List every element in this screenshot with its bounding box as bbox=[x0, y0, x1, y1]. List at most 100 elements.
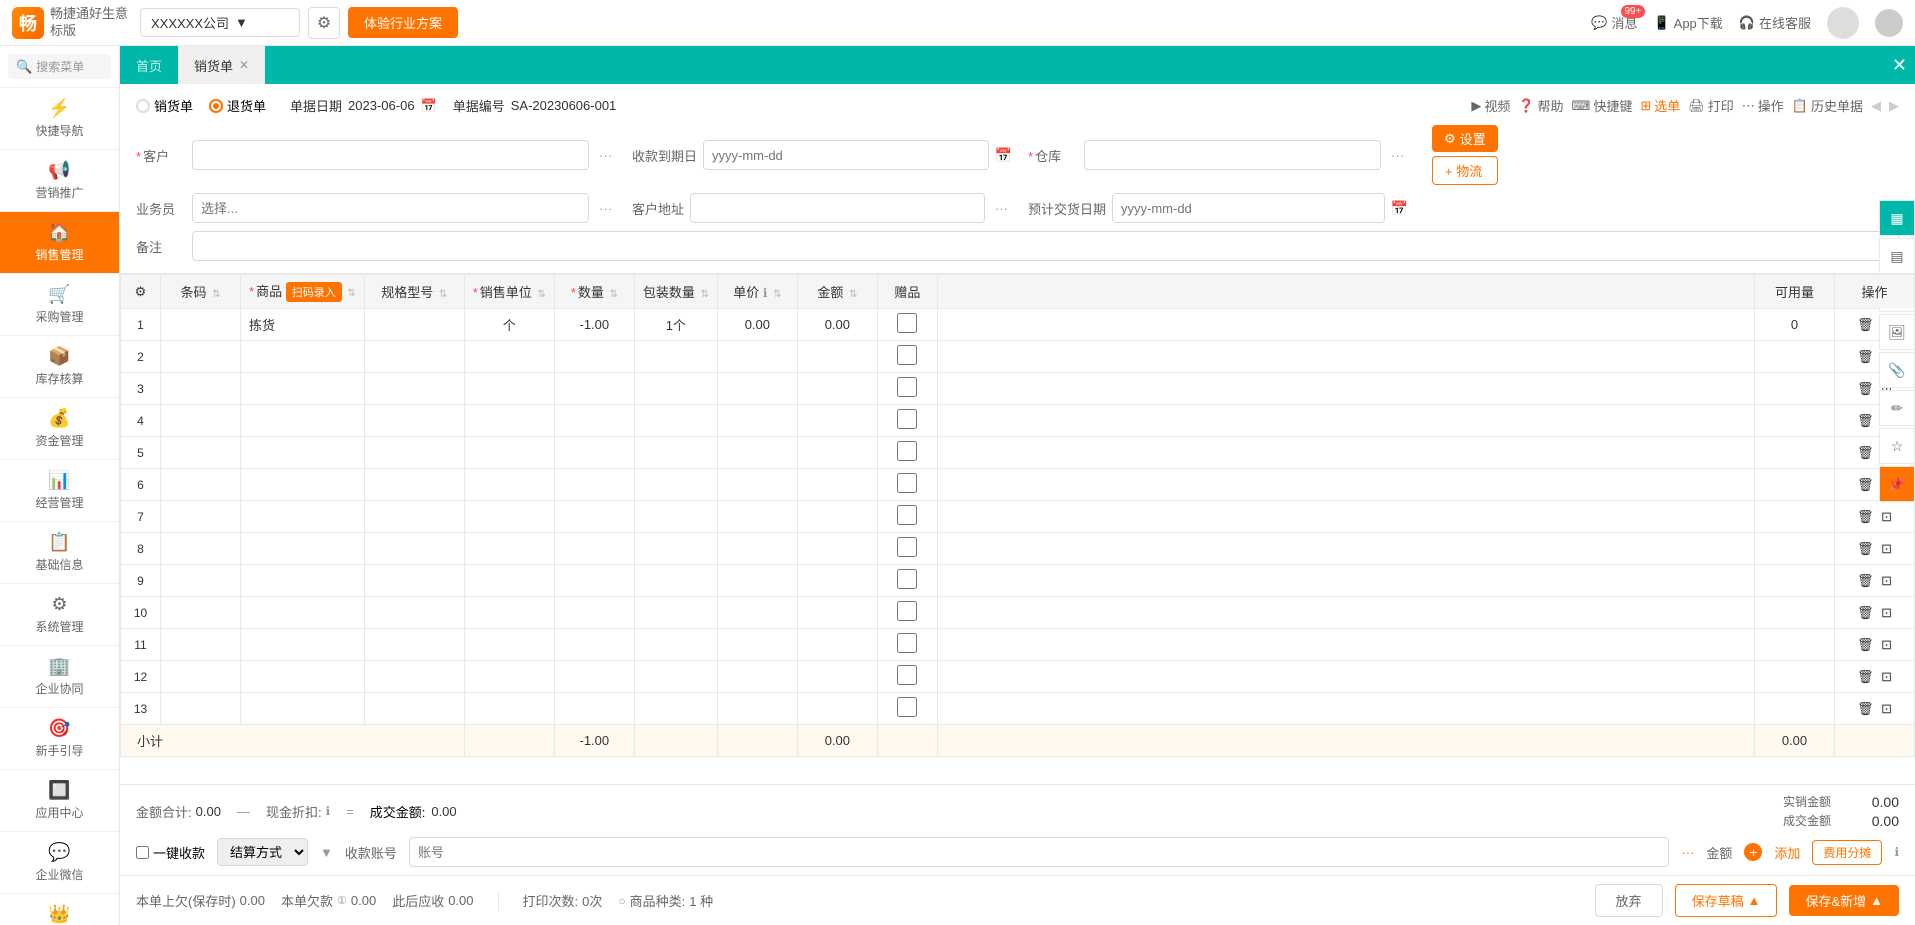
cell-unit-price[interactable] bbox=[717, 501, 797, 533]
cell-barcode[interactable] bbox=[161, 437, 241, 469]
user-avatar-2[interactable] bbox=[1875, 9, 1903, 37]
float-star-btn[interactable]: ☆ bbox=[1879, 428, 1915, 464]
cell-notes[interactable] bbox=[937, 629, 1754, 661]
delete-icon[interactable]: 🗑 bbox=[1857, 413, 1874, 428]
sidebar-item-guide[interactable]: 🎯 新手引导 bbox=[0, 708, 119, 770]
copy-icon[interactable]: ⊡ bbox=[1881, 573, 1892, 588]
cell-gift[interactable] bbox=[877, 341, 937, 373]
cell-spec[interactable] bbox=[364, 501, 464, 533]
cell-product[interactable] bbox=[241, 469, 365, 501]
delete-icon[interactable]: 🗑 bbox=[1857, 541, 1874, 556]
expected-delivery-input[interactable] bbox=[1112, 193, 1385, 223]
float-action-btn[interactable]: 📌 bbox=[1879, 466, 1915, 502]
cell-gift[interactable] bbox=[877, 309, 937, 341]
cell-unit-price[interactable] bbox=[717, 405, 797, 437]
delete-icon[interactable]: 🗑 bbox=[1857, 317, 1874, 332]
cell-gift[interactable] bbox=[877, 661, 937, 693]
cell-unit-price[interactable]: 0.00 bbox=[717, 309, 797, 341]
float-attachment-btn[interactable]: 📎 bbox=[1879, 352, 1915, 388]
app-download-link[interactable]: 📱 App下载 bbox=[1653, 13, 1722, 32]
warehouse-input[interactable]: 建材仓 bbox=[1084, 140, 1381, 170]
cell-spec[interactable] bbox=[364, 693, 464, 725]
cell-notes[interactable] bbox=[937, 501, 1754, 533]
delete-icon[interactable]: 🗑 bbox=[1857, 349, 1874, 364]
product-type-circle[interactable]: ○ bbox=[618, 894, 625, 908]
cell-spec[interactable] bbox=[364, 405, 464, 437]
cell-barcode[interactable] bbox=[161, 373, 241, 405]
cell-ops[interactable]: 🗑 ⊡ bbox=[1835, 533, 1915, 565]
cell-product[interactable] bbox=[241, 629, 365, 661]
cell-gift[interactable] bbox=[877, 501, 937, 533]
cell-product[interactable] bbox=[241, 437, 365, 469]
save-new-button[interactable]: 保存&新增 ▲ bbox=[1789, 885, 1899, 916]
help-link[interactable]: ❓ 帮助 bbox=[1518, 96, 1563, 115]
cell-barcode[interactable] bbox=[161, 693, 241, 725]
tab-home[interactable]: 首页 bbox=[120, 46, 178, 84]
cell-spec[interactable] bbox=[364, 661, 464, 693]
settings-btn[interactable]: ⚙ 设置 bbox=[1432, 125, 1498, 152]
quick-pay-checkbox[interactable] bbox=[136, 846, 149, 859]
float-edit-btn[interactable]: ✏ bbox=[1879, 390, 1915, 426]
tab-close-icon[interactable]: ✕ bbox=[239, 58, 249, 72]
cell-product[interactable] bbox=[241, 661, 365, 693]
cell-product[interactable] bbox=[241, 533, 365, 565]
cell-qty[interactable] bbox=[554, 373, 634, 405]
delete-icon[interactable]: 🗑 bbox=[1857, 573, 1874, 588]
cell-ops[interactable]: 🗑 ⊡ bbox=[1835, 597, 1915, 629]
cell-product[interactable] bbox=[241, 597, 365, 629]
tab-sales-order[interactable]: 销货单 ✕ bbox=[178, 46, 265, 84]
customer-input[interactable] bbox=[192, 140, 589, 170]
float-layout2-btn[interactable]: ▤ bbox=[1879, 238, 1915, 274]
cell-spec[interactable] bbox=[364, 469, 464, 501]
history-link[interactable]: 📋 历史单据 bbox=[1792, 96, 1863, 115]
cell-unit-price[interactable] bbox=[717, 597, 797, 629]
copy-icon[interactable]: ⊡ bbox=[1881, 669, 1892, 684]
account-input[interactable] bbox=[409, 837, 1669, 867]
cell-gift[interactable] bbox=[877, 405, 937, 437]
sidebar-item-wechat[interactable]: 💬 企业微信 bbox=[0, 832, 119, 894]
radio-sales[interactable]: 销货单 bbox=[136, 96, 193, 115]
due-date-calendar-icon[interactable]: 📅 bbox=[995, 147, 1012, 164]
float-image-btn[interactable]: 🖼 bbox=[1879, 314, 1915, 350]
notes-input[interactable] bbox=[192, 231, 1899, 261]
sidebar-item-system[interactable]: ⚙ 系统管理 bbox=[0, 584, 119, 646]
sidebar-item-operations[interactable]: 📊 经营管理 bbox=[0, 460, 119, 522]
copy-icon[interactable]: ⊡ bbox=[1881, 701, 1892, 716]
cell-product[interactable] bbox=[241, 341, 365, 373]
sidebar-item-sales[interactable]: 🏠 销售管理 bbox=[0, 212, 119, 274]
cell-spec[interactable] bbox=[364, 565, 464, 597]
delete-icon[interactable]: 🗑 bbox=[1857, 637, 1874, 652]
cell-qty[interactable] bbox=[554, 661, 634, 693]
print-link[interactable]: 🖨 打印 bbox=[1688, 96, 1734, 115]
cell-gift[interactable] bbox=[877, 533, 937, 565]
quick-pay-check[interactable]: 一键收款 bbox=[136, 843, 205, 862]
cell-notes[interactable] bbox=[937, 533, 1754, 565]
sidebar-item-appstore[interactable]: 🔲 应用中心 bbox=[0, 770, 119, 832]
cell-barcode[interactable] bbox=[161, 565, 241, 597]
cell-notes[interactable] bbox=[937, 693, 1754, 725]
cell-gift[interactable] bbox=[877, 469, 937, 501]
cell-gift[interactable] bbox=[877, 629, 937, 661]
cell-qty[interactable] bbox=[554, 341, 634, 373]
cell-gift[interactable] bbox=[877, 565, 937, 597]
settings-button[interactable]: ⚙ bbox=[308, 7, 340, 39]
cell-notes[interactable] bbox=[937, 565, 1754, 597]
sidebar-item-member[interactable]: 👑 畅会员 bbox=[0, 894, 119, 925]
cell-unit-price[interactable] bbox=[717, 469, 797, 501]
cell-ops[interactable]: 🗑 ⊡ bbox=[1835, 629, 1915, 661]
cell-ops[interactable]: 🗑 ⊡ bbox=[1835, 565, 1915, 597]
cell-unit-price[interactable] bbox=[717, 437, 797, 469]
cell-barcode[interactable] bbox=[161, 469, 241, 501]
shortcut-link[interactable]: ⌨ 快捷键 bbox=[1572, 96, 1633, 115]
tab-close-all[interactable]: ✕ bbox=[1892, 55, 1915, 76]
ops-link[interactable]: ⋯ 操作 bbox=[1742, 96, 1784, 115]
copy-icon[interactable]: ⊡ bbox=[1881, 541, 1892, 556]
cell-qty[interactable] bbox=[554, 501, 634, 533]
cell-notes[interactable] bbox=[937, 373, 1754, 405]
sidebar-item-finance[interactable]: 💰 资金管理 bbox=[0, 398, 119, 460]
cell-unit-price[interactable] bbox=[717, 693, 797, 725]
cell-qty[interactable] bbox=[554, 469, 634, 501]
cell-product[interactable] bbox=[241, 373, 365, 405]
cell-qty[interactable]: -1.00 bbox=[554, 309, 634, 341]
due-date-input[interactable] bbox=[703, 140, 989, 170]
